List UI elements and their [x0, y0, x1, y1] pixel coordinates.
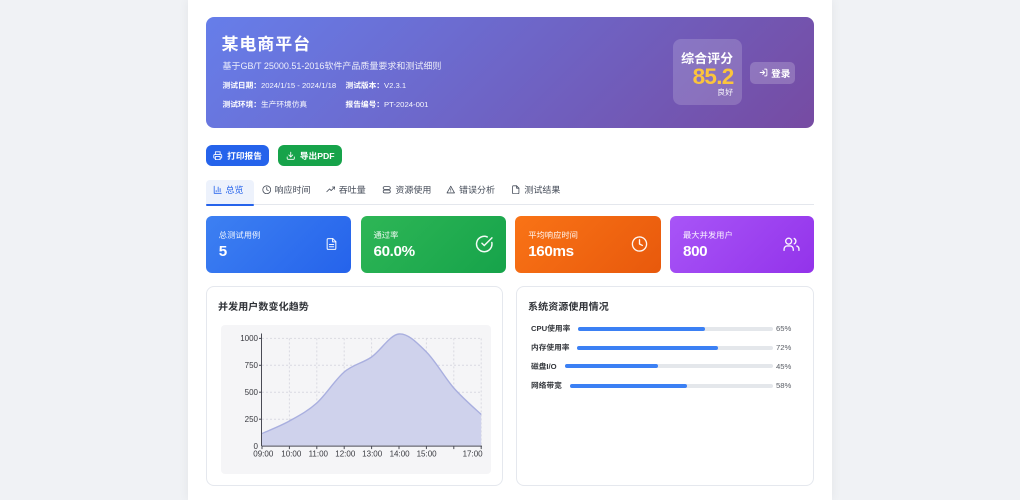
svg-text:09:00: 09:00 [253, 449, 274, 458]
svg-text:500: 500 [245, 388, 259, 397]
svg-text:13:00: 13:00 [362, 449, 383, 458]
svg-text:17:00: 17:00 [463, 449, 484, 458]
svg-text:15:00: 15:00 [417, 449, 438, 458]
svg-text:250: 250 [245, 415, 259, 424]
svg-text:14:00: 14:00 [390, 449, 411, 458]
svg-text:1000: 1000 [240, 334, 258, 343]
svg-text:12:00: 12:00 [335, 449, 356, 458]
svg-text:10:00: 10:00 [281, 449, 302, 458]
svg-text:750: 750 [245, 361, 259, 370]
svg-text:11:00: 11:00 [309, 449, 329, 458]
